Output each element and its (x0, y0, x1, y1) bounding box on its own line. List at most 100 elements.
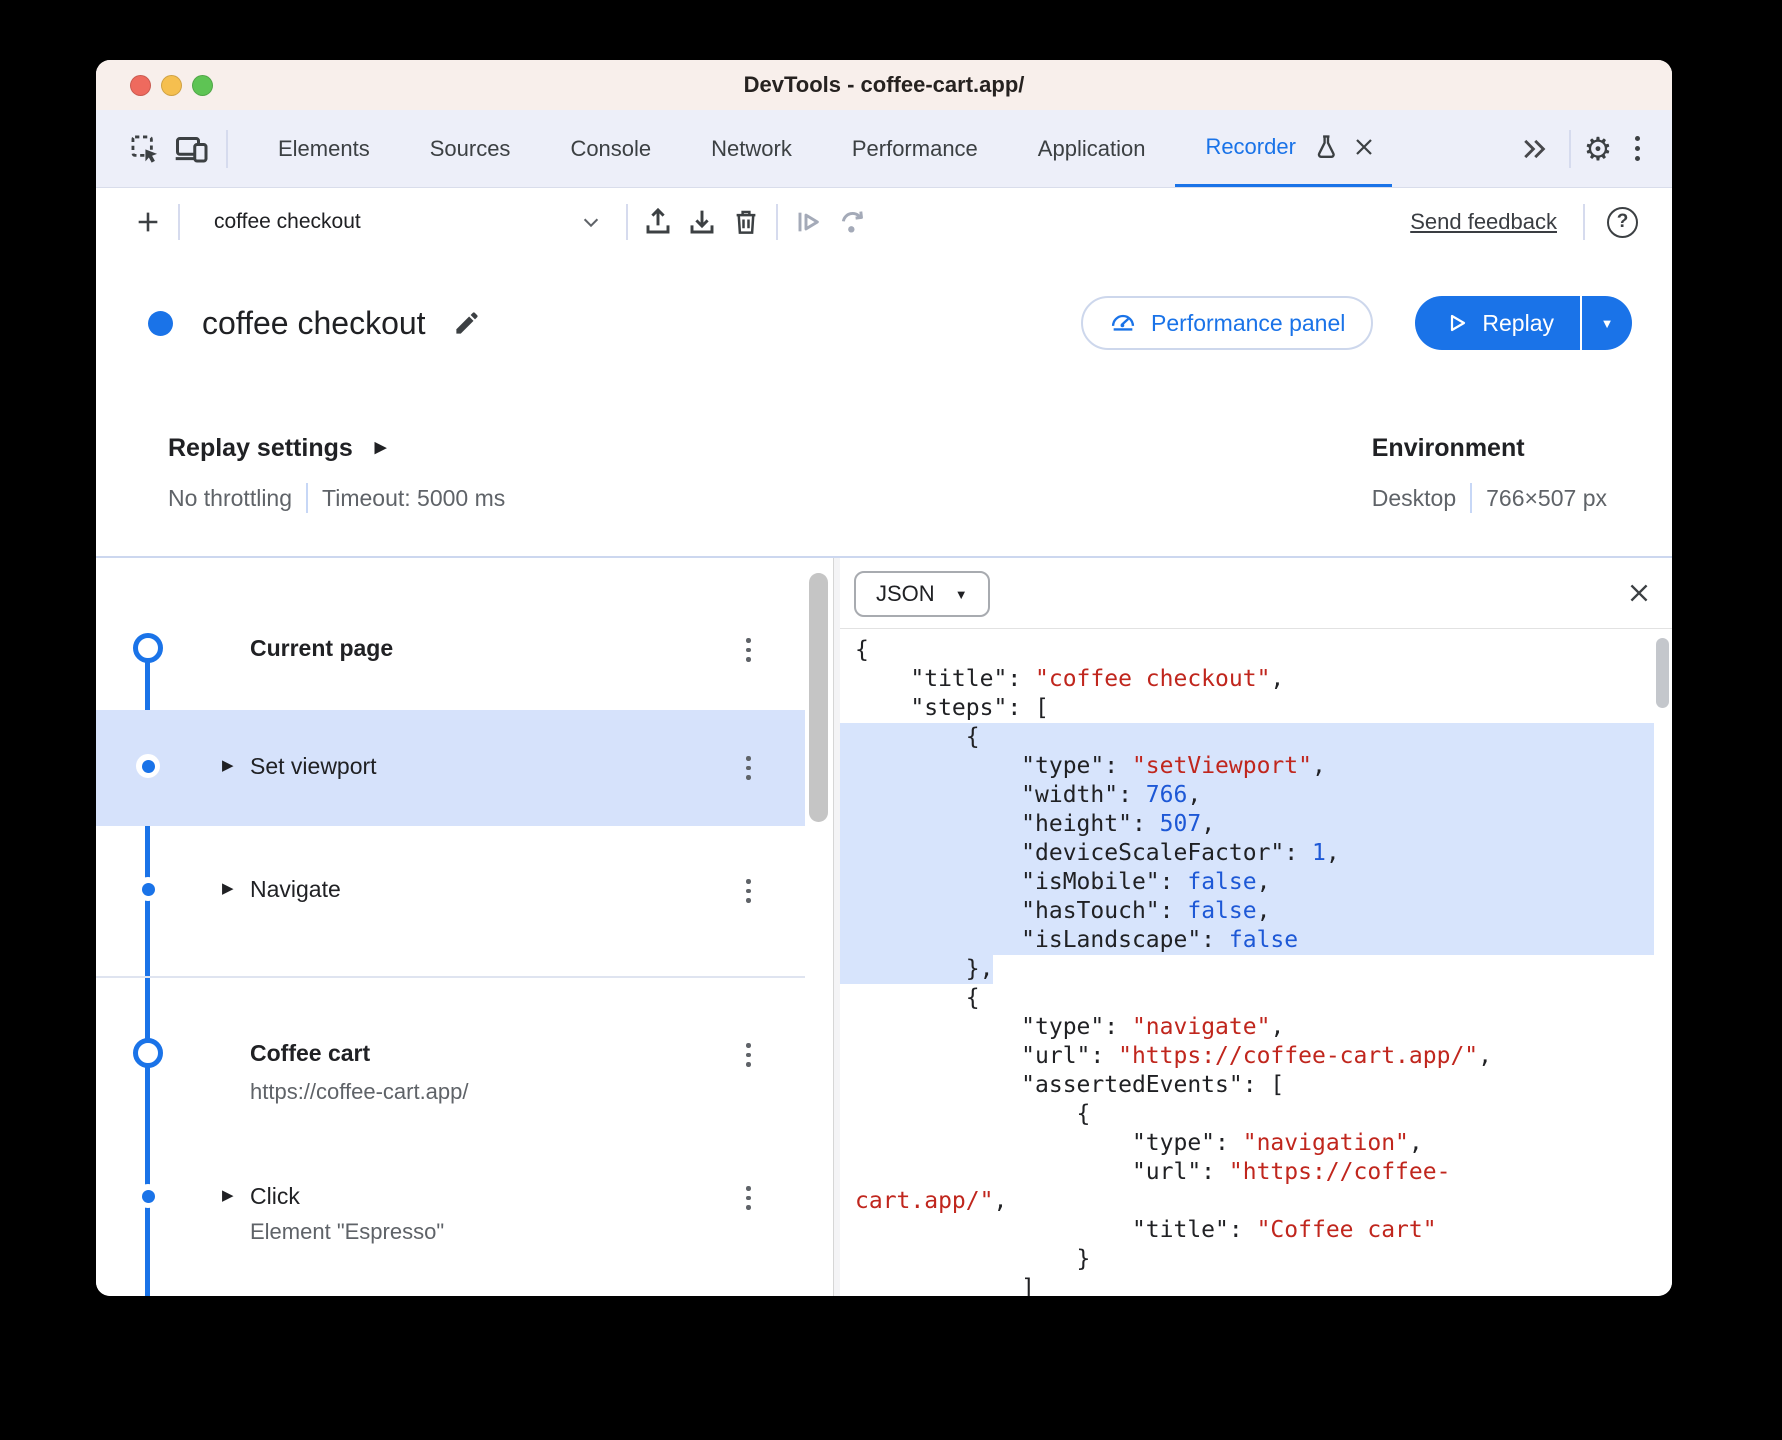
replay-options-dropdown[interactable]: ▼ (1580, 296, 1632, 350)
dropdown-arrow-icon: ▼ (1601, 316, 1614, 331)
window-title: DevTools - coffee-cart.app/ (96, 72, 1672, 98)
import-recording-icon[interactable] (680, 200, 724, 244)
recording-select[interactable]: coffee checkout (192, 204, 612, 240)
replay-settings-header[interactable]: Replay settings ▶ (168, 430, 505, 466)
help-icon[interactable] (1607, 207, 1638, 238)
tab-label: Elements (278, 136, 370, 162)
steps-section-divider (96, 976, 805, 978)
zoom-window-button[interactable] (192, 75, 213, 96)
environment-values: Desktop 766×507 px (1372, 482, 1607, 514)
code-line: { (840, 636, 1654, 665)
step-row-current-page[interactable]: Current page (96, 606, 805, 690)
environment-header: Environment (1372, 430, 1607, 466)
tab-label: Network (711, 136, 792, 162)
divider (178, 204, 180, 240)
tab-network[interactable]: Network (681, 110, 822, 187)
recording-status-dot (148, 311, 173, 336)
code-line: "title": "coffee checkout", (840, 665, 1654, 694)
code-line: }, (840, 955, 1654, 984)
delete-recording-icon[interactable] (724, 200, 768, 244)
timeline-step-marker (136, 1184, 160, 1208)
step-menu-kebab-icon[interactable] (740, 1184, 757, 1212)
step-row-click[interactable]: ▶ClickElement "Espresso" (96, 1143, 805, 1259)
edit-title-icon[interactable] (452, 308, 482, 338)
expand-triangle-icon: ▶ (375, 430, 387, 466)
timeline-page-marker (133, 633, 163, 663)
divider (306, 483, 308, 513)
code-line: "steps": [ (840, 694, 1654, 723)
inspect-element-icon[interactable] (126, 130, 164, 168)
close-recorder-tab-icon[interactable] (1352, 135, 1376, 159)
send-feedback-link[interactable]: Send feedback (1410, 209, 1557, 235)
device-value: Desktop (1372, 482, 1456, 514)
tab-label: Recorder (1205, 134, 1295, 160)
divider (626, 204, 628, 240)
main-menu-kebab-icon[interactable] (1625, 130, 1650, 167)
code-line: ] (840, 1274, 1654, 1296)
recording-title: coffee checkout (202, 305, 426, 342)
divider (1470, 483, 1472, 513)
step-subtitle: Element "Espresso" (250, 1217, 444, 1247)
devtools-tabbar: Elements Sources Console Network Performance… (96, 110, 1672, 188)
timeline-page-marker (133, 1038, 163, 1068)
step-menu-kebab-icon[interactable] (740, 754, 757, 782)
throttling-value: No throttling (168, 482, 292, 514)
code-panel-header: JSON ▼ (840, 558, 1672, 629)
close-code-panel-icon[interactable] (1626, 580, 1652, 606)
step-replay-icon[interactable] (786, 200, 830, 244)
step-row-coffee-cart[interactable]: Coffee carthttps://coffee-cart.app/ (96, 998, 805, 1128)
code-scrollbar-thumb[interactable] (1656, 638, 1669, 708)
step-menu-kebab-icon[interactable] (740, 877, 757, 905)
add-recording-icon[interactable] (126, 200, 170, 244)
panel-divider (833, 558, 840, 1296)
tab-recorder[interactable]: Recorder (1175, 110, 1391, 187)
tab-elements[interactable]: Elements (248, 110, 400, 187)
replay-settings-values: No throttling Timeout: 5000 ms (168, 482, 505, 514)
performance-panel-label: Performance panel (1151, 310, 1345, 337)
tab-strip: Elements Sources Console Network Performance… (248, 110, 1392, 187)
close-window-button[interactable] (130, 75, 151, 96)
replay-settings-label: Replay settings (168, 430, 353, 466)
settings-gear-icon[interactable]: ⚙ (1579, 130, 1617, 168)
code-line: "url": "https://coffee- (840, 1158, 1654, 1187)
tab-sources[interactable]: Sources (400, 110, 541, 187)
code-line: "hasTouch": false, (840, 897, 1654, 926)
viewport-value: 766×507 px (1486, 482, 1607, 514)
code-line: "title": "Coffee cart" (840, 1216, 1654, 1245)
recording-header: coffee checkout Performance panel Replay… (96, 256, 1672, 390)
tab-label: Application (1038, 136, 1146, 162)
experiment-flask-icon (1312, 133, 1340, 161)
format-select[interactable]: JSON ▼ (854, 571, 990, 617)
settings-row: Replay settings ▶ No throttling Timeout:… (96, 390, 1672, 558)
step-row-set-viewport[interactable]: ▶Set viewport (96, 710, 805, 826)
performance-panel-button[interactable]: Performance panel (1081, 296, 1373, 350)
tab-label: Sources (430, 136, 511, 162)
more-tabs-icon[interactable] (1515, 130, 1553, 168)
replay-button-main[interactable]: Replay (1415, 296, 1580, 350)
step-menu-kebab-icon[interactable] (740, 636, 757, 664)
device-toolbar-icon[interactable] (172, 130, 210, 168)
step-menu-kebab-icon[interactable] (740, 1041, 757, 1069)
recorder-toolbar: coffee checkout Send feedback (96, 188, 1672, 256)
tab-performance[interactable]: Performance (822, 110, 1008, 187)
recording-select-value: coffee checkout (214, 210, 361, 234)
timeline-step-marker (136, 754, 160, 778)
code-line: "width": 766, (840, 781, 1654, 810)
tab-console[interactable]: Console (540, 110, 681, 187)
step-title: Set viewport (250, 750, 377, 782)
code-panel: JSON ▼ { "title": "coffee checkout", "st… (840, 558, 1672, 1296)
format-select-value: JSON (876, 581, 935, 607)
tab-application[interactable]: Application (1008, 110, 1176, 187)
steps-scrollbar-thumb[interactable] (809, 573, 828, 822)
tab-label: Performance (852, 136, 978, 162)
step-row-navigate[interactable]: ▶Navigate (96, 831, 805, 947)
replay-button-label: Replay (1482, 310, 1554, 337)
replay-from-step-icon[interactable] (830, 200, 874, 244)
traffic-lights (130, 60, 213, 110)
step-title: Coffee cart (250, 1037, 370, 1069)
export-recording-icon[interactable] (636, 200, 680, 244)
code-area: { "title": "coffee checkout", "steps": [… (840, 629, 1672, 1296)
step-title: Navigate (250, 873, 341, 905)
replay-button: Replay ▼ (1415, 296, 1632, 350)
minimize-window-button[interactable] (161, 75, 182, 96)
